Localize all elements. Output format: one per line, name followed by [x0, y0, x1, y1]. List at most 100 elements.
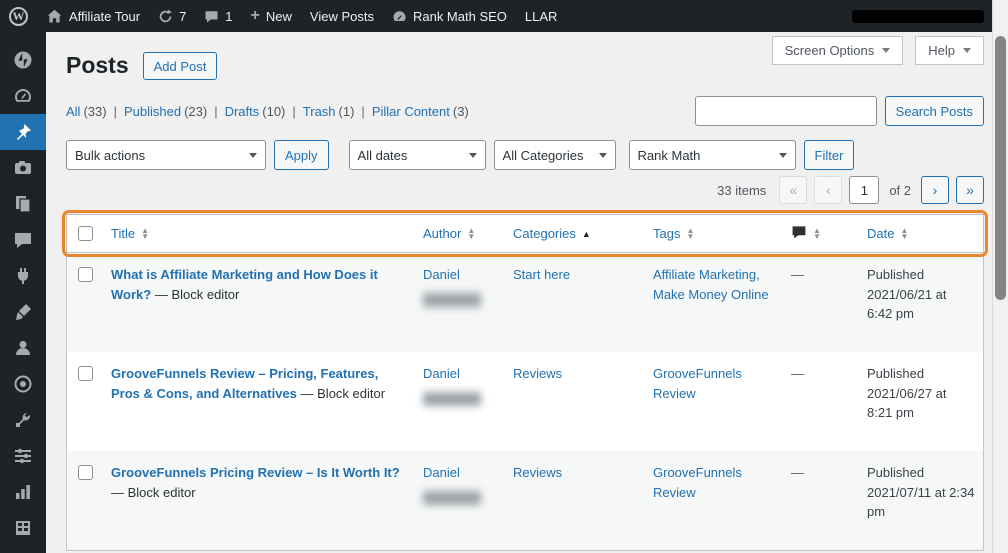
post-status-label: Published [867, 265, 975, 285]
add-post-button[interactable]: Add Post [143, 52, 218, 80]
view-link-pillar-content[interactable]: Pillar Content [372, 104, 450, 119]
view-link-drafts[interactable]: Drafts [225, 104, 260, 119]
post-title-link[interactable]: GrooveFunnels Pricing Review – Is It Wor… [111, 465, 400, 480]
post-state-label: — Block editor [151, 287, 239, 302]
sidebar-item-comments[interactable] [0, 222, 46, 258]
sidebar-item-tools[interactable] [0, 402, 46, 438]
apply-button[interactable]: Apply [274, 140, 329, 170]
comments-cell: — [783, 253, 859, 352]
sidebar-item-pages[interactable] [0, 186, 46, 222]
sliders-settings-icon [13, 446, 33, 466]
current-page-input[interactable] [849, 176, 879, 204]
table-header-row: Title▲▼ Author▲▼ Categories▲ Tags▲▼ ▲▼ D… [67, 215, 983, 253]
tags-link[interactable]: GrooveFunnels Review [653, 366, 742, 401]
items-count-label: 33 items [717, 183, 766, 198]
categories-header-label: Categories [513, 226, 576, 241]
search-posts-button[interactable]: Search Posts [885, 96, 984, 126]
sort-by-comments[interactable]: ▲▼ [791, 224, 821, 243]
filter-button[interactable]: Filter [804, 140, 855, 170]
post-date-label: 2021/06/27 at 8:21 pm [867, 384, 975, 423]
sort-by-date[interactable]: Date▲▼ [867, 226, 908, 241]
categories-filter-select[interactable]: All Categories [494, 140, 616, 170]
updates-count: 7 [179, 9, 186, 24]
tags-link[interactable]: GrooveFunnels Review [653, 465, 742, 500]
site-name-menu[interactable]: Affiliate Tour [37, 0, 149, 32]
new-menu[interactable]: + New [242, 0, 301, 32]
view-posts-menu[interactable]: View Posts [301, 0, 383, 32]
search-input[interactable] [695, 96, 877, 126]
vertical-scrollbar[interactable] [992, 0, 1008, 553]
tags-link[interactable]: Affiliate Marketing, Make Money Online [653, 267, 769, 302]
comments-count: 1 [225, 9, 232, 24]
sort-by-categories[interactable]: Categories▲ [513, 226, 591, 241]
sort-icons: ▲▼ [813, 228, 821, 240]
view-count-published: (23) [184, 104, 207, 119]
sidebar-item-appearance[interactable] [0, 294, 46, 330]
first-page-button[interactable]: « [779, 176, 807, 204]
sidebar-item-analytics[interactable] [0, 474, 46, 510]
select-all-checkbox[interactable] [78, 226, 93, 241]
bulk-actions-select[interactable]: Bulk actions [66, 140, 266, 170]
view-link-all[interactable]: All [66, 104, 80, 119]
author-link[interactable]: Daniel [423, 267, 460, 282]
sort-by-tags[interactable]: Tags▲▼ [653, 226, 694, 241]
chevron-down-icon [469, 153, 477, 158]
separator: | [114, 104, 117, 119]
tags-cell: GrooveFunnels Review [645, 352, 783, 451]
sort-by-title[interactable]: Title▲▼ [111, 226, 149, 241]
sort-icons: ▲▼ [900, 228, 908, 240]
sidebar-item-settings[interactable] [0, 438, 46, 474]
last-page-button[interactable]: » [956, 176, 984, 204]
comments-menu[interactable]: 1 [195, 0, 241, 32]
sidebar-item-jetpack[interactable] [0, 42, 46, 78]
author-cell: Daniel [415, 451, 505, 550]
sidebar-item-seo[interactable] [0, 366, 46, 402]
chevron-down-icon [249, 153, 257, 158]
user-icon [13, 338, 33, 358]
llar-menu[interactable]: LLAR [516, 0, 567, 32]
view-link-published[interactable]: Published [124, 104, 181, 119]
previous-page-button[interactable]: ‹ [814, 176, 842, 204]
tags-header-label: Tags [653, 226, 680, 241]
dates-filter-select[interactable]: All dates [349, 140, 486, 170]
new-label: New [266, 9, 292, 24]
sort-by-author[interactable]: Author▲▼ [423, 226, 475, 241]
bar-chart-icon [13, 482, 33, 502]
sort-desc-icon: ▼ [900, 234, 908, 240]
view-link-trash[interactable]: Trash [303, 104, 336, 119]
category-link[interactable]: Reviews [513, 366, 562, 381]
author-link[interactable]: Daniel [423, 366, 460, 381]
scrollbar-thumb[interactable] [995, 36, 1006, 300]
categories-cell: Reviews [505, 352, 645, 451]
next-page-button[interactable]: › [921, 176, 949, 204]
bulk-actions-value: Bulk actions [75, 148, 145, 163]
row-checkbox[interactable] [78, 267, 93, 282]
sidebar-item-table-plugin[interactable] [0, 510, 46, 546]
date-cell: Published 2021/06/27 at 8:21 pm [859, 352, 983, 451]
rank-math-filter-select[interactable]: Rank Math [629, 140, 796, 170]
tags-cell: Affiliate Marketing, Make Money Online [645, 253, 783, 352]
redacted-author-surname [423, 293, 481, 307]
row-checkbox[interactable] [78, 366, 93, 381]
sidebar-item-media[interactable] [0, 150, 46, 186]
sidebar-item-users[interactable] [0, 330, 46, 366]
sidebar-item-plugins[interactable] [0, 258, 46, 294]
header-comments: ▲▼ [783, 224, 859, 243]
rank-math-menu[interactable]: Rank Math SEO [383, 0, 516, 32]
screen-options-button[interactable]: Screen Options [772, 36, 904, 65]
category-link[interactable]: Reviews [513, 465, 562, 480]
view-count-drafts: (10) [262, 104, 285, 119]
wp-logo-menu[interactable]: W [0, 0, 37, 32]
category-link[interactable]: Start here [513, 267, 570, 282]
sidebar-item-posts[interactable] [0, 114, 46, 150]
posts-table: Title▲▼ Author▲▼ Categories▲ Tags▲▼ ▲▼ D… [66, 214, 984, 551]
help-button[interactable]: Help [915, 36, 984, 65]
target-seo-icon [13, 374, 33, 394]
author-link[interactable]: Daniel [423, 465, 460, 480]
updates-menu[interactable]: 7 [149, 0, 195, 32]
row-checkbox[interactable] [78, 465, 93, 480]
separator: | [361, 104, 364, 119]
rank-math-filter-value: Rank Math [638, 148, 701, 163]
title-cell: GrooveFunnels Pricing Review – Is It Wor… [103, 451, 415, 550]
sidebar-item-dashboard[interactable] [0, 78, 46, 114]
